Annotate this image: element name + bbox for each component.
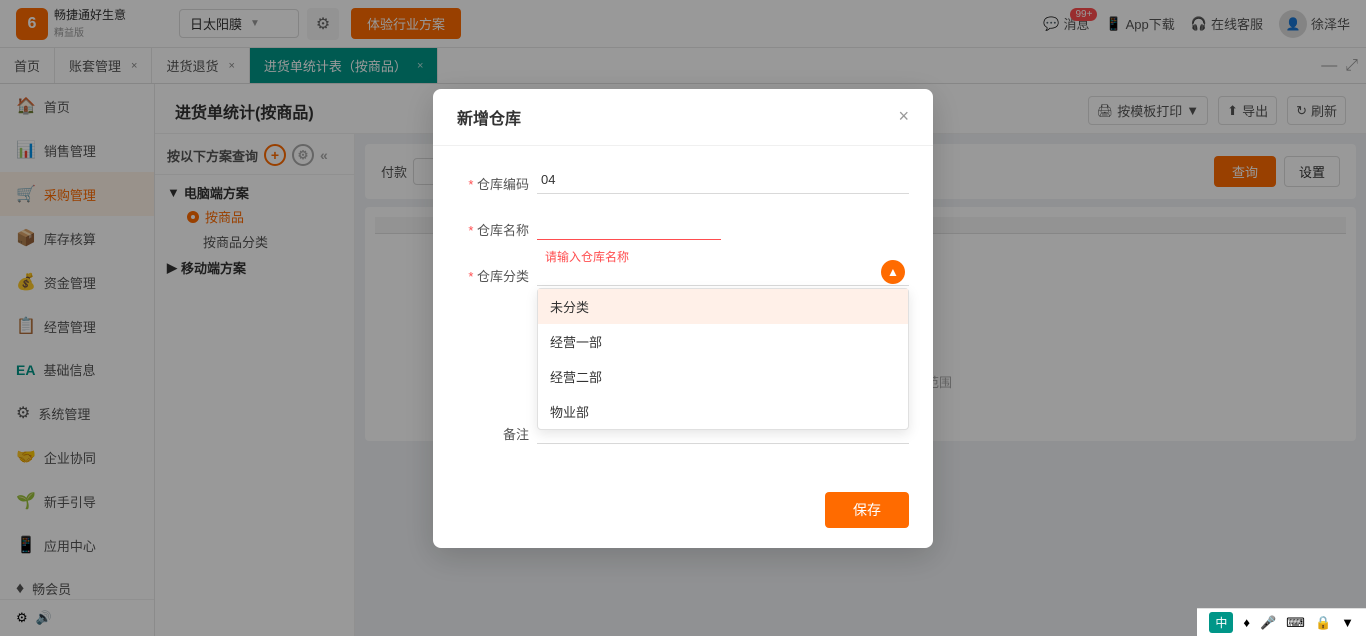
dropdown-item-uncategorized[interactable]: 未分类 xyxy=(538,289,908,324)
bottom-keyboard-icon[interactable]: ⌨ xyxy=(1286,615,1305,631)
bottom-lock-icon[interactable]: 🔒 xyxy=(1315,615,1331,631)
dropdown-item-ops2[interactable]: 经营二部 xyxy=(538,359,908,394)
bottom-diamond-icon[interactable]: ♦ xyxy=(1243,615,1250,630)
dropdown-item-ops1[interactable]: 经营一部 xyxy=(538,324,908,359)
code-label: 仓库编码 xyxy=(457,174,537,193)
category-dropdown-arrow[interactable]: ▲ xyxy=(881,260,905,284)
lang-switch[interactable]: 中 xyxy=(1209,612,1233,633)
code-input[interactable] xyxy=(537,166,909,194)
modal-close-button[interactable]: × xyxy=(898,106,909,127)
category-input[interactable] xyxy=(537,258,909,286)
category-label: 仓库分类 xyxy=(457,266,537,285)
code-field-row: 仓库编码 xyxy=(457,166,909,194)
modal-overlay[interactable]: 新增仓库 × 仓库编码 仓库名称 请输入仓库名称 仓库分类 xyxy=(0,0,1366,636)
add-warehouse-modal: 新增仓库 × 仓库编码 仓库名称 请输入仓库名称 仓库分类 xyxy=(433,89,933,548)
category-dropdown-wrapper: ▲ 未分类 经营一部 经营二部 物业部 xyxy=(537,258,909,286)
name-label: 仓库名称 xyxy=(457,220,537,239)
name-field-row: 仓库名称 请输入仓库名称 xyxy=(457,212,909,240)
remark-label: 备注 xyxy=(457,424,537,443)
modal-header: 新增仓库 × xyxy=(433,89,933,146)
save-button[interactable]: 保存 xyxy=(825,492,909,528)
bottom-status-bar: 中 ♦ 🎤 ⌨ 🔒 ▼ xyxy=(1197,608,1366,636)
modal-title: 新增仓库 xyxy=(457,105,521,129)
dropdown-item-property[interactable]: 物业部 xyxy=(538,394,908,429)
category-field-row: 仓库分类 ▲ 未分类 经营一部 经营二部 xyxy=(457,258,909,286)
bottom-arrow-icon[interactable]: ▼ xyxy=(1341,615,1354,630)
modal-footer: 保存 xyxy=(433,492,933,528)
category-dropdown-list: 未分类 经营一部 经营二部 物业部 xyxy=(537,288,909,430)
modal-body: 仓库编码 仓库名称 请输入仓库名称 仓库分类 ▲ xyxy=(433,146,933,482)
name-input[interactable] xyxy=(537,212,721,240)
bottom-mic-icon[interactable]: 🎤 xyxy=(1260,615,1276,631)
